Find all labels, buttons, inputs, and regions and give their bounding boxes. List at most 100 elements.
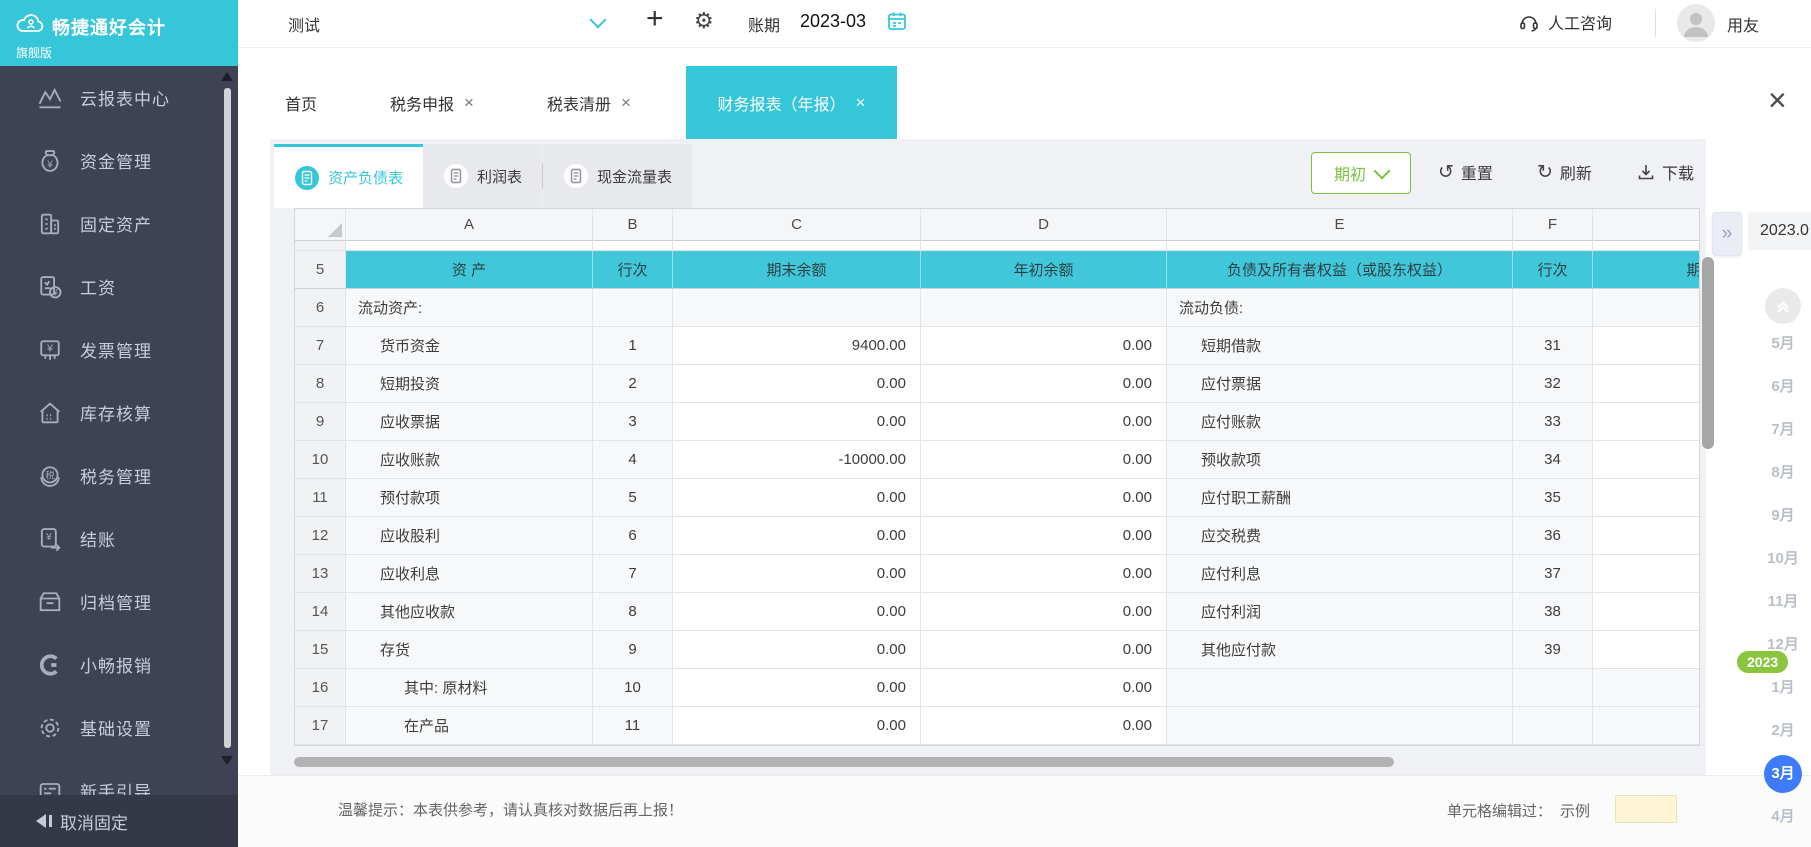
cell-asset-label[interactable]: 存货 [346, 631, 593, 669]
cell-liability-line-no[interactable]: 36 [1513, 517, 1593, 555]
refresh-button[interactable]: ↻ 刷新 [1537, 158, 1592, 186]
cell-liability-ending-balance[interactable] [1593, 289, 1699, 327]
cell-asset-line-no[interactable]: 7 [593, 555, 673, 593]
row-number[interactable]: 9 [295, 403, 346, 441]
header-assets[interactable]: 资 产 [346, 251, 593, 289]
column-header-b[interactable]: B [593, 209, 673, 241]
month-item[interactable]: 4月 [1755, 795, 1811, 838]
month-item[interactable]: 5月 [1755, 322, 1811, 365]
header-liabilities-equity[interactable]: 负债及所有者权益（或股东权益） [1167, 251, 1513, 289]
cell-liability-ending-balance[interactable] [1593, 479, 1699, 517]
cell-ending-balance[interactable] [673, 289, 921, 327]
tab-financial-report-annual[interactable]: 财务报表（年报） × [686, 66, 897, 139]
cell-beginning-balance[interactable]: 0.00 [921, 707, 1167, 745]
cell-liability-label[interactable]: 流动负债: [1167, 289, 1513, 327]
sidebar-scroll-down-icon[interactable] [221, 756, 233, 765]
sidebar-item-funds[interactable]: ¥ 资金管理 [0, 129, 238, 192]
column-header-c[interactable]: C [673, 209, 921, 241]
row-number[interactable]: 17 [295, 707, 346, 745]
sidebar-item-settings[interactable]: 基础设置 [0, 696, 238, 759]
cell-liability-label[interactable] [1167, 669, 1513, 707]
header-ending-balance-2[interactable]: 期末余额 [1593, 251, 1699, 289]
month-item[interactable]: 3月 [1764, 754, 1802, 793]
cell-beginning-balance[interactable]: 0.00 [921, 669, 1167, 707]
cell-liability-ending-balance[interactable] [1593, 517, 1699, 555]
cell-ending-balance[interactable]: 0.00 [673, 593, 921, 631]
sidebar-item-fixed-assets[interactable]: 固定资产 [0, 192, 238, 255]
cell-liability-label[interactable]: 应付职工薪酬 [1167, 479, 1513, 517]
cell-liability-label[interactable] [1167, 707, 1513, 745]
tab-balance-sheet[interactable]: 资产负债表 [274, 144, 424, 208]
cell-liability-ending-balance[interactable] [1593, 593, 1699, 631]
cell-beginning-balance[interactable]: 0.00 [921, 631, 1167, 669]
cell-asset-label[interactable]: 流动资产: [346, 289, 593, 327]
cell-liability-ending-balance[interactable] [1593, 555, 1699, 593]
vertical-scrollbar-thumb[interactable] [1702, 257, 1714, 449]
cell-asset-line-no[interactable]: 9 [593, 631, 673, 669]
cell-ending-balance[interactable]: 0.00 [673, 479, 921, 517]
cell-beginning-balance[interactable]: 0.00 [921, 479, 1167, 517]
column-header-a[interactable]: A [346, 209, 593, 241]
sidebar-item-inventory[interactable]: 库存核算 [0, 381, 238, 444]
cell-asset-label[interactable]: 其他应收款 [346, 593, 593, 631]
tab-income-statement[interactable]: 利润表 [423, 144, 543, 208]
cell-asset-line-no[interactable]: 5 [593, 479, 673, 517]
sidebar-item-closing[interactable]: ¥ 结账 [0, 507, 238, 570]
cell-liability-ending-balance[interactable] [1593, 631, 1699, 669]
unpin-sidebar-button[interactable]: 取消固定 [0, 795, 238, 847]
row-number[interactable]: 11 [295, 479, 346, 517]
row-number[interactable]: 6 [295, 289, 346, 327]
cell-liability-line-no[interactable]: 37 [1513, 555, 1593, 593]
month-item[interactable]: 7月 [1755, 408, 1811, 451]
cell-beginning-balance[interactable]: 0.00 [921, 365, 1167, 403]
cell-asset-label[interactable]: 货币资金 [346, 327, 593, 365]
horizontal-scrollbar-thumb[interactable] [294, 757, 1394, 767]
cell-asset-label[interactable]: 预付款项 [346, 479, 593, 517]
month-item[interactable]: 11月 [1755, 580, 1811, 623]
cell-beginning-balance[interactable]: 0.00 [921, 327, 1167, 365]
column-header-f[interactable]: F [1513, 209, 1593, 241]
reset-button[interactable]: ↺ 重置 [1438, 158, 1493, 186]
header-beginning-balance[interactable]: 年初余额 [921, 251, 1167, 289]
header-line-no-2[interactable]: 行次 [1513, 251, 1593, 289]
column-header-g[interactable] [1593, 209, 1699, 241]
cell-ending-balance[interactable]: 9400.00 [673, 327, 921, 365]
cell-asset-label[interactable]: 应收账款 [346, 441, 593, 479]
cell-liability-ending-balance[interactable] [1593, 327, 1699, 365]
cell-liability-line-no[interactable]: 31 [1513, 327, 1593, 365]
cell-liability-label[interactable]: 短期借款 [1167, 327, 1513, 365]
cell-asset-label[interactable]: 在产品 [346, 707, 593, 745]
row-number[interactable]: 16 [295, 669, 346, 707]
cell-asset-line-no[interactable]: 8 [593, 593, 673, 631]
cell-asset-label[interactable]: 短期投资 [346, 365, 593, 403]
tab-cash-flow[interactable]: 现金流量表 [543, 144, 693, 208]
cell-liability-label[interactable]: 应交税费 [1167, 517, 1513, 555]
row-number[interactable]: 7 [295, 327, 346, 365]
month-item[interactable]: 10月 [1755, 537, 1811, 580]
cell-liability-label[interactable]: 应付票据 [1167, 365, 1513, 403]
sidebar-item-reimburse[interactable]: 小畅报销 [0, 633, 238, 696]
period-value[interactable]: 2023-03 [800, 11, 866, 32]
account-dropdown[interactable]: 测试 [288, 12, 320, 36]
cell-liability-ending-balance[interactable] [1593, 441, 1699, 479]
select-all-corner-cell[interactable] [295, 209, 346, 241]
month-item[interactable]: 2月 [1755, 709, 1811, 752]
user-name[interactable]: 用友 [1727, 12, 1759, 36]
cell-liability-line-no[interactable]: 32 [1513, 365, 1593, 403]
cell-asset-line-no[interactable]: 11 [593, 707, 673, 745]
collapse-rail-button[interactable]: » [1712, 212, 1742, 256]
cell-asset-line-no[interactable]: 1 [593, 327, 673, 365]
header-ending-balance[interactable]: 期末余额 [673, 251, 921, 289]
cell-liability-label[interactable]: 预收款项 [1167, 441, 1513, 479]
cell-ending-balance[interactable]: 0.00 [673, 669, 921, 707]
cell-asset-line-no[interactable] [593, 289, 673, 327]
cell-ending-balance[interactable]: 0.00 [673, 517, 921, 555]
cell-asset-line-no[interactable]: 4 [593, 441, 673, 479]
month-item[interactable]: 8月 [1755, 451, 1811, 494]
sidebar-item-invoices[interactable]: ¥ 发票管理 [0, 318, 238, 381]
column-header-e[interactable]: E [1167, 209, 1513, 241]
cell-asset-line-no[interactable]: 6 [593, 517, 673, 555]
add-account-icon[interactable]: + [646, 2, 664, 36]
cell-liability-line-no[interactable]: 33 [1513, 403, 1593, 441]
cell-asset-label[interactable]: 应收票据 [346, 403, 593, 441]
